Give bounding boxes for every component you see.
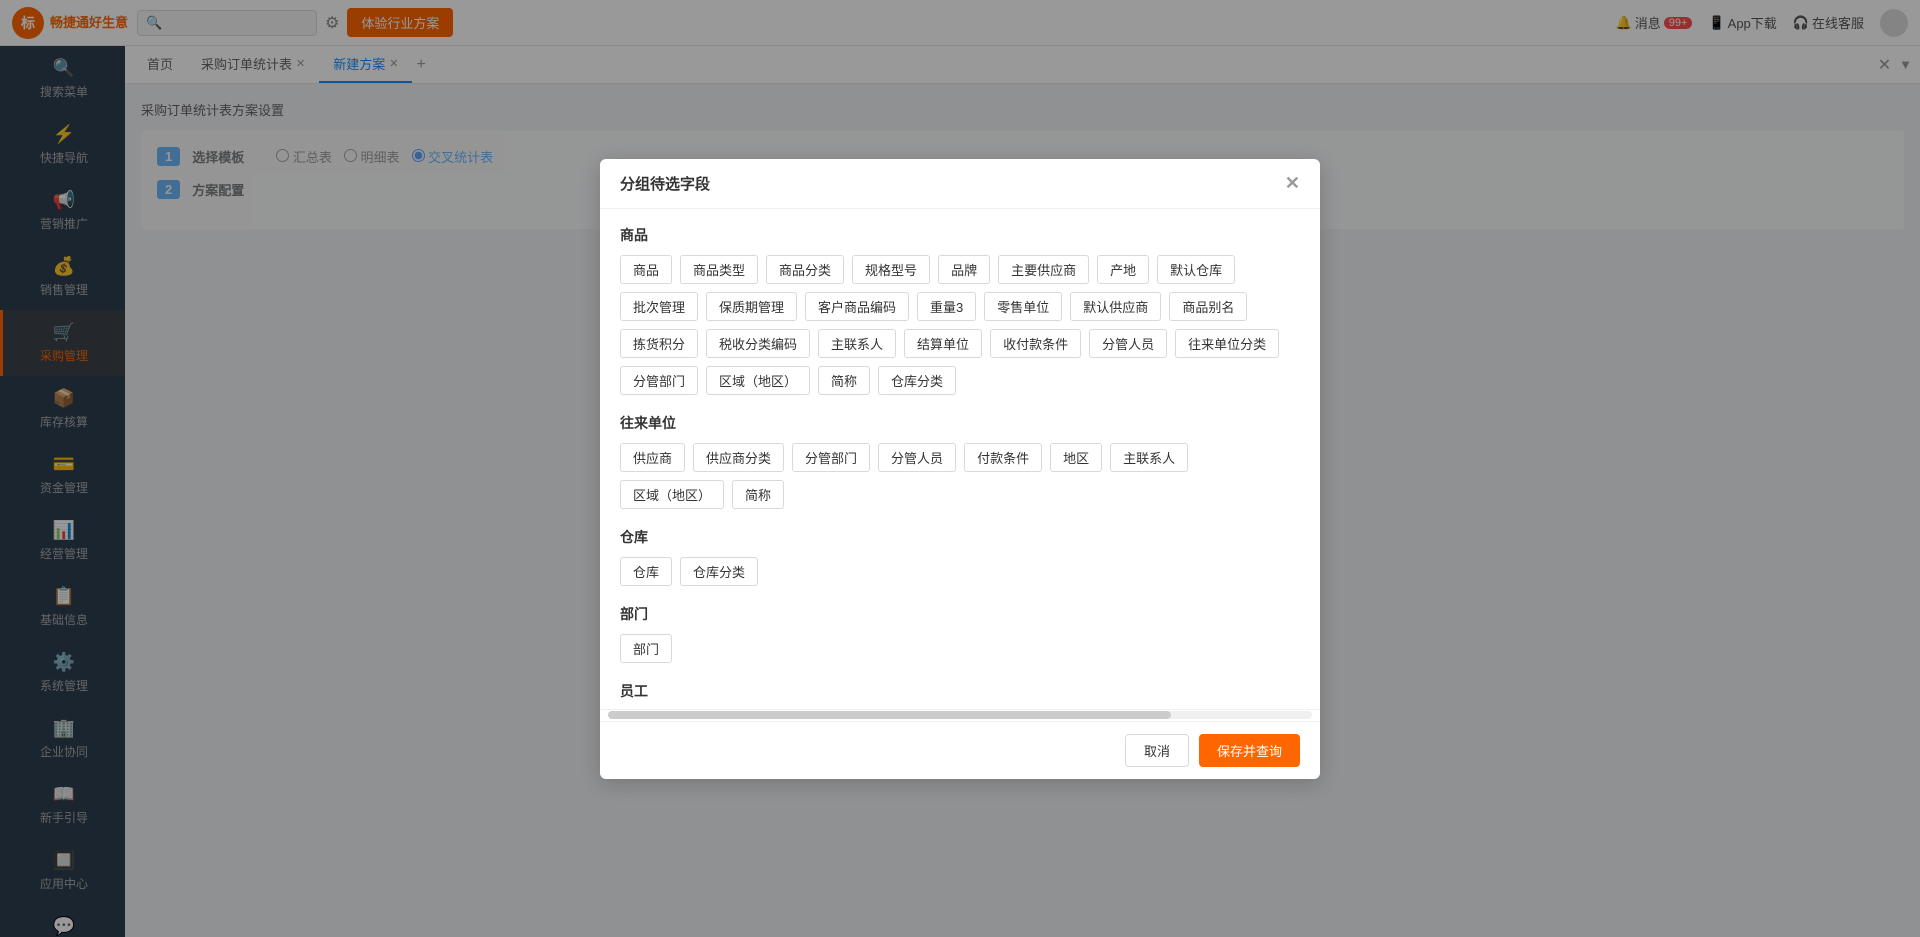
field-tag[interactable]: 分管人员 [1089,329,1167,358]
field-tag[interactable]: 产地 [1097,255,1149,284]
section-仓库: 仓库仓库仓库分类 [620,527,1300,586]
field-tag[interactable]: 品牌 [938,255,990,284]
dialog-hscroll[interactable] [600,709,1320,721]
field-tag[interactable]: 区域（地区） [706,366,810,395]
section-往来单位: 往来单位供应商供应商分类分管部门分管人员付款条件地区主联系人区域（地区） 简称 [620,413,1300,509]
field-tag[interactable]: 部门 [620,634,672,663]
dialog-close-btn[interactable]: ✕ [1285,173,1300,194]
field-tag[interactable]: 供应商分类 [693,443,784,472]
field-tag[interactable]: 区域（地区） [620,480,724,509]
field-tag[interactable]: 税收分类编码 [706,329,810,358]
section-title-往来单位: 往来单位 [620,413,1300,433]
field-tag[interactable]: 往来单位分类 [1175,329,1279,358]
field-tag[interactable]: 地区 [1050,443,1102,472]
field-tag[interactable]: 商品别名 [1169,292,1247,321]
field-tag[interactable]: 主联系人 [1110,443,1188,472]
hscroll-thumb[interactable] [608,711,1171,719]
field-tag[interactable]: 分管人员 [878,443,956,472]
dialog-overlay: 分组待选字段 ✕ 商品商品商品类型商品分类规格型号品牌主要供应商产地默认仓库批次… [0,0,1920,937]
field-tag[interactable]: 商品 [620,255,672,284]
section-title-商品: 商品 [620,225,1300,245]
dialog-title: 分组待选字段 [620,173,710,194]
dialog-footer: 取消 保存并查询 [600,721,1320,779]
field-grid-部门: 部门 [620,634,1300,663]
hscroll-bar[interactable] [608,711,1312,719]
dialog-body[interactable]: 商品商品商品类型商品分类规格型号品牌主要供应商产地默认仓库批次管理保质期管理客户… [600,209,1320,709]
field-grid-商品: 商品商品类型商品分类规格型号品牌主要供应商产地默认仓库批次管理保质期管理客户商品… [620,255,1300,395]
field-grid-仓库: 仓库仓库分类 [620,557,1300,586]
field-tag[interactable]: 供应商 [620,443,685,472]
section-title-部门: 部门 [620,604,1300,624]
field-tag[interactable]: 付款条件 [964,443,1042,472]
field-tag[interactable]: 结算单位 [904,329,982,358]
field-tag[interactable]: 保质期管理 [706,292,797,321]
field-tag[interactable]: 简称 [818,366,870,395]
field-tag[interactable]: 仓库分类 [878,366,956,395]
field-tag[interactable]: 仓库分类 [680,557,758,586]
section-title-仓库: 仓库 [620,527,1300,547]
field-tag[interactable]: 仓库 [620,557,672,586]
field-tag[interactable]: 默认供应商 [1070,292,1161,321]
field-grid-往来单位: 供应商供应商分类分管部门分管人员付款条件地区主联系人区域（地区） 简称 [620,443,1300,509]
section-部门: 部门部门 [620,604,1300,663]
field-tag[interactable]: 简称 [732,480,784,509]
section-商品: 商品商品商品类型商品分类规格型号品牌主要供应商产地默认仓库批次管理保质期管理客户… [620,225,1300,395]
cancel-button[interactable]: 取消 [1125,734,1189,767]
section-员工: 员工业务员 [620,681,1300,709]
field-tag[interactable]: 默认仓库 [1157,255,1235,284]
field-tag[interactable]: 收付款条件 [990,329,1081,358]
section-title-员工: 员工 [620,681,1300,701]
field-select-dialog: 分组待选字段 ✕ 商品商品商品类型商品分类规格型号品牌主要供应商产地默认仓库批次… [600,159,1320,779]
field-tag[interactable]: 客户商品编码 [805,292,909,321]
field-tag[interactable]: 商品分类 [766,255,844,284]
field-tag[interactable]: 主联系人 [818,329,896,358]
field-tag[interactable]: 分管部门 [792,443,870,472]
field-tag[interactable]: 分管部门 [620,366,698,395]
field-tag[interactable]: 主要供应商 [998,255,1089,284]
field-tag[interactable]: 零售单位 [984,292,1062,321]
field-tag[interactable]: 拣货积分 [620,329,698,358]
field-tag[interactable]: 规格型号 [852,255,930,284]
field-tag[interactable]: 商品类型 [680,255,758,284]
dialog-header: 分组待选字段 ✕ [600,159,1320,209]
field-tag[interactable]: 重量3 [917,292,976,321]
confirm-button[interactable]: 保存并查询 [1199,734,1300,767]
field-tag[interactable]: 批次管理 [620,292,698,321]
